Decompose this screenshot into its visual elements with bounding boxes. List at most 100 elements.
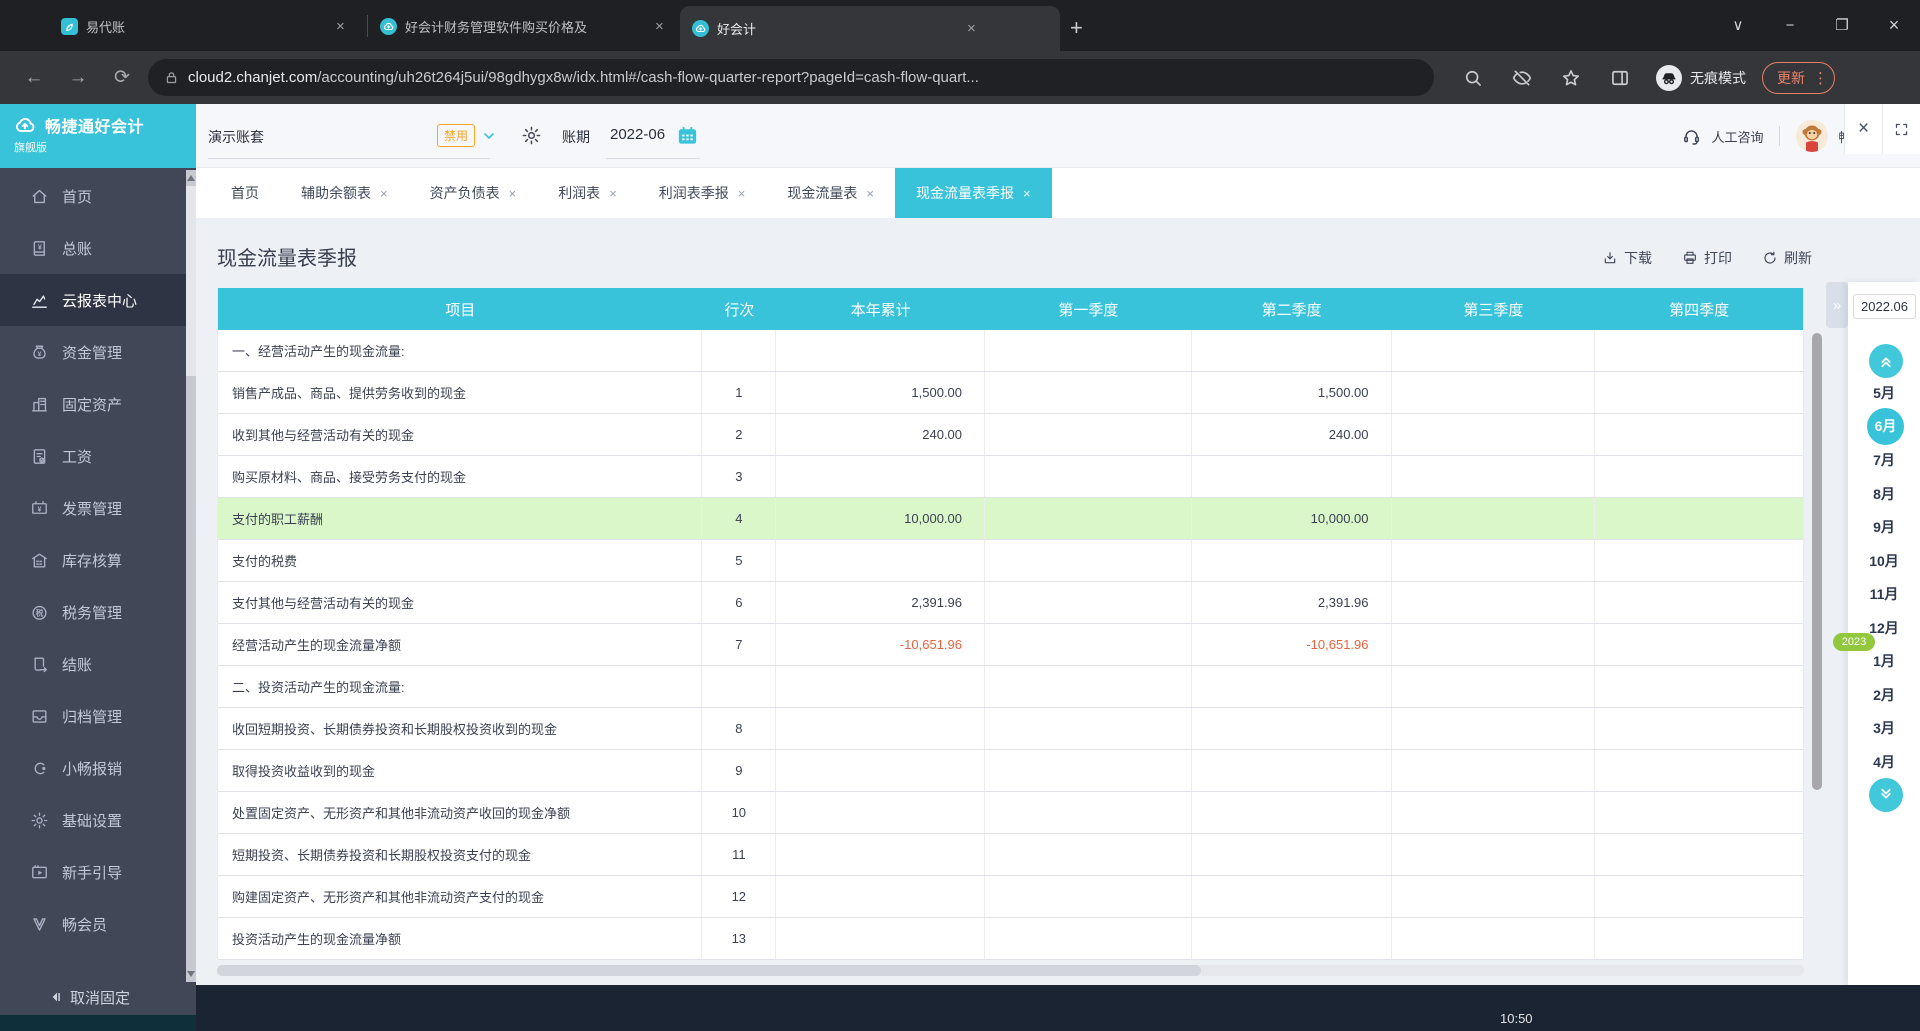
table-row[interactable]: 处置固定资产、无形资产和其他非流动资产收回的现金净额 10 [218, 792, 1803, 834]
table-row[interactable]: 销售产成品、商品、提供劳务收到的现金 1 1,500.00 1,500.00 [218, 372, 1803, 414]
table-row[interactable]: 收到其他与经营活动有关的现金 2 240.00 240.00 [218, 414, 1803, 456]
tab-close-icon[interactable]: × [609, 186, 617, 201]
table-row[interactable]: 取得投资收益收到的现金 9 [218, 750, 1803, 792]
sidebar-item-moneybag[interactable]: ¥ 资金管理 [0, 326, 196, 378]
more-menu-icon[interactable]: ⋮ [1813, 69, 1828, 87]
month-item[interactable]: 9月 [1848, 515, 1920, 539]
table-row[interactable]: 经营活动产生的现金流量净额 7 -10,651.96 -10,651.96 [218, 624, 1803, 666]
sidebar-item-salary[interactable]: 工资 [0, 430, 196, 482]
month-item[interactable]: 10月 [1848, 549, 1920, 573]
scroll-months-up-button[interactable] [1869, 344, 1903, 378]
sidebar-item-ledger[interactable]: ¥ 总账 [0, 222, 196, 274]
url-bar[interactable]: cloud2.chanjet.com/accounting/uh26t264j5… [148, 59, 1434, 96]
workspace-tab[interactable]: 首页 [210, 168, 280, 218]
minimize-button[interactable]: − [1764, 0, 1816, 51]
sidebar-scrollbar[interactable] [186, 170, 196, 982]
restore-button[interactable]: ❐ [1816, 0, 1868, 51]
scrollbar-thumb[interactable] [217, 965, 1201, 976]
expand-panel-button[interactable]: » [1826, 282, 1848, 328]
fullscreen-button[interactable] [1882, 104, 1920, 154]
download-button[interactable]: 下载 [1602, 248, 1652, 268]
browser-tab-3-active[interactable]: 好会计 × [680, 6, 1060, 51]
table-vertical-scrollbar[interactable] [1812, 333, 1822, 790]
workspace-tab[interactable]: 现金流量表季报 × [894, 168, 1052, 218]
month-item[interactable]: 4月 [1848, 750, 1920, 774]
browser-tab-2[interactable]: 好会计财务管理软件购买价格及 × [368, 6, 680, 46]
sidebar-item-guide[interactable]: 新手引导 [0, 846, 196, 898]
table-row[interactable]: 购建固定资产、无形资产和其他非流动资产支付的现金 12 [218, 876, 1803, 918]
reload-button[interactable]: ⟳ [100, 66, 144, 89]
sidebar-item-tax[interactable]: 税 税务管理 [0, 586, 196, 638]
month-item[interactable]: 3月 [1848, 716, 1920, 740]
sidebar-item-chart[interactable]: 云报表中心 [0, 274, 196, 326]
update-button[interactable]: 更新 ⋮ [1762, 61, 1835, 94]
account-set-label[interactable]: 演示账套 [208, 127, 264, 147]
month-item[interactable]: 2月 [1848, 683, 1920, 707]
tab-close-icon[interactable]: × [334, 18, 347, 35]
sidebar-item-home[interactable]: 首页 [0, 170, 196, 222]
forward-button[interactable]: → [56, 67, 100, 89]
workspace-tab[interactable]: 利润表季报 × [638, 168, 767, 218]
tab-close-icon[interactable]: × [380, 186, 388, 201]
calendar-icon[interactable] [676, 124, 699, 147]
settings-gear-icon[interactable] [521, 125, 542, 146]
scroll-down-arrow[interactable] [187, 971, 195, 977]
workspace-tab[interactable]: 利润表 × [537, 168, 638, 218]
sidebar-item-invoice[interactable]: ¥ 发票管理 [0, 482, 196, 534]
print-button[interactable]: 打印 [1682, 248, 1732, 268]
table-row[interactable]: 支付的职工薪酬 4 10,000.00 10,000.00 [218, 498, 1803, 540]
month-item[interactable]: 12月 [1848, 616, 1920, 640]
sidebar-item-building[interactable]: 固定资产 [0, 378, 196, 430]
tab-close-icon[interactable]: × [509, 186, 517, 201]
sidebar-item-archive[interactable]: 归档管理 [0, 690, 196, 742]
sidebar-item-gear[interactable]: 基础设置 [0, 794, 196, 846]
sidebar-item-closing[interactable]: 结账 [0, 638, 196, 690]
table-row[interactable]: 投资活动产生的现金流量净额 13 [218, 918, 1803, 960]
close-all-tabs-button[interactable]: × [1844, 104, 1882, 154]
user-avatar[interactable] [1796, 120, 1829, 152]
close-window-button[interactable]: × [1868, 0, 1920, 51]
side-panel-icon[interactable] [1610, 68, 1630, 88]
tab-close-icon[interactable]: × [738, 186, 746, 201]
tab-close-icon[interactable]: × [866, 186, 874, 201]
eye-off-icon[interactable] [1512, 68, 1532, 88]
browser-tab-1[interactable]: 易代账 × [49, 6, 367, 46]
tab-close-icon[interactable]: × [1023, 186, 1031, 201]
search-icon[interactable] [1463, 68, 1483, 88]
scroll-months-down-button[interactable] [1869, 778, 1903, 812]
table-row[interactable]: 购买原材料、商品、接受劳务支付的现金 3 [218, 456, 1803, 498]
month-item[interactable]: 7月 [1848, 448, 1920, 472]
month-item[interactable]: 8月 [1848, 482, 1920, 506]
back-button[interactable]: ← [12, 67, 56, 89]
bookmark-star-icon[interactable] [1561, 68, 1581, 88]
chevron-down-icon[interactable] [481, 128, 497, 144]
workspace-tab[interactable]: 资产负债表 × [409, 168, 538, 218]
workspace-tab[interactable]: 辅助余额表 × [280, 168, 409, 218]
table-row[interactable]: 支付其他与经营活动有关的现金 6 2,391.96 2,391.96 [218, 582, 1803, 624]
tab-search-icon[interactable]: ∨ [1712, 0, 1764, 51]
sidebar-item-expense[interactable]: 小畅报销 [0, 742, 196, 794]
month-item[interactable]: 5月 [1848, 381, 1920, 405]
scroll-up-arrow[interactable] [187, 175, 195, 181]
scrollbar-thumb[interactable] [186, 186, 196, 376]
sidebar-item-member[interactable]: 畅会员 [0, 898, 196, 950]
month-item-selected[interactable]: 6月 [1867, 407, 1904, 445]
tab-close-icon[interactable]: × [653, 18, 666, 35]
period-value[interactable]: 2022-06 [610, 126, 665, 143]
sidebar-item-inventory[interactable]: 库存核算 [0, 534, 196, 586]
table-row[interactable]: 收回短期投资、长期债券投资和长期股权投资收到的现金 8 [218, 708, 1803, 750]
month-item[interactable]: 11月 [1848, 582, 1920, 606]
tab-close-icon[interactable]: × [965, 20, 978, 37]
current-period-box[interactable]: 2022.06 [1853, 294, 1916, 319]
sidebar-unpin-button[interactable]: 取消固定 [0, 982, 196, 1012]
table-row[interactable]: 短期投资、长期债券投资和长期股权投资支付的现金 11 [218, 834, 1803, 876]
table-row[interactable]: 二、投资活动产生的现金流量: [218, 666, 1803, 708]
refresh-button[interactable]: 刷新 [1762, 248, 1812, 268]
new-tab-button[interactable]: + [1070, 17, 1083, 39]
table-row[interactable]: 一、经营活动产生的现金流量: [218, 330, 1803, 372]
workspace-tab[interactable]: 现金流量表 × [766, 168, 895, 218]
support-link[interactable]: 人工咨询 [1711, 127, 1763, 146]
month-item[interactable]: 1月 [1848, 649, 1920, 673]
table-horizontal-scrollbar[interactable] [217, 965, 1804, 976]
table-row[interactable]: 支付的税费 5 [218, 540, 1803, 582]
